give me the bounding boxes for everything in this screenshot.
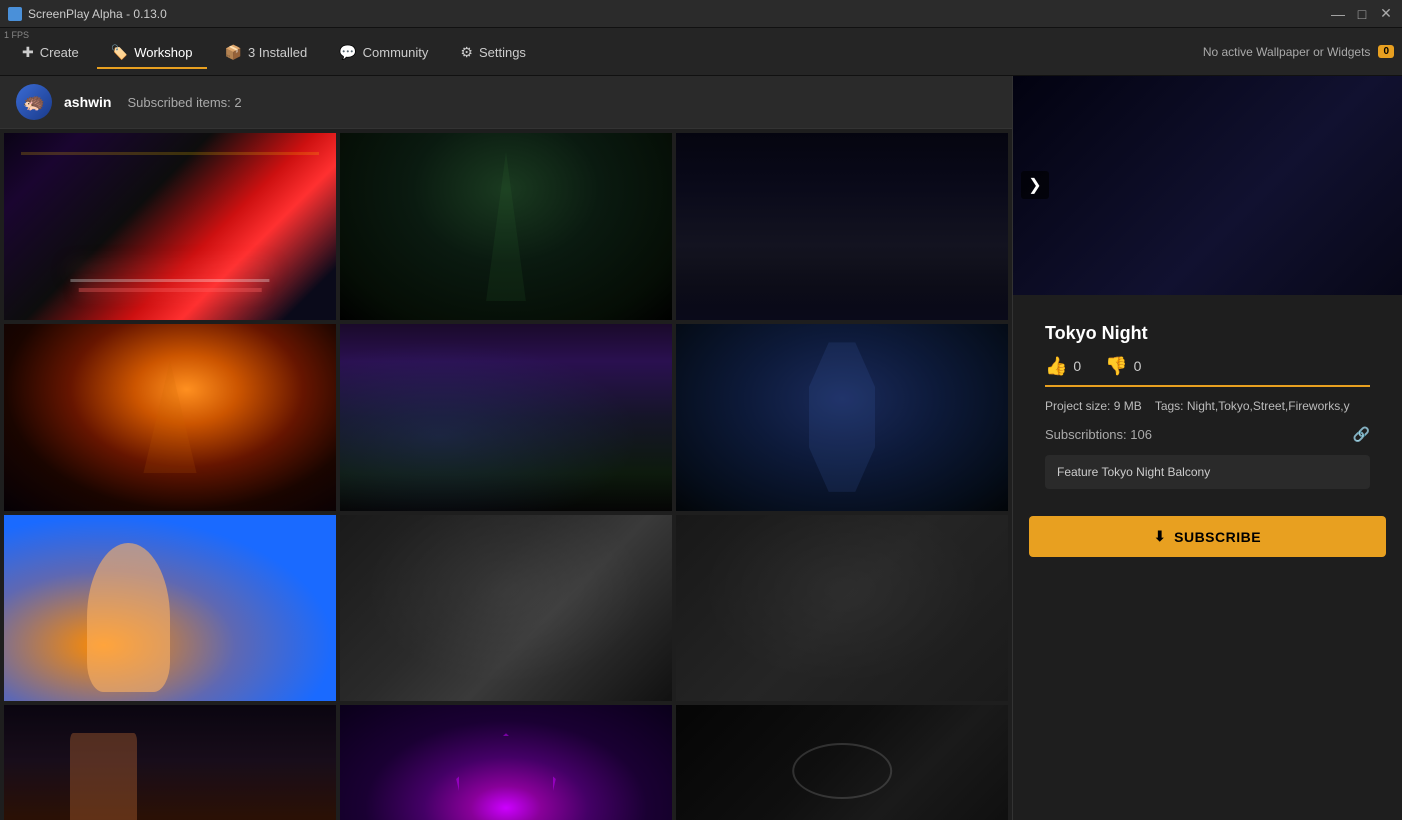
tags-label: Tags: bbox=[1155, 399, 1184, 413]
panel-title: Tokyo Night bbox=[1045, 323, 1370, 344]
nav-workshop-label: Workshop bbox=[134, 45, 192, 60]
panel-info: Tokyo Night 👍 0 👎 0 Project size: 9 MB T… bbox=[1029, 311, 1386, 513]
grid-item[interactable] bbox=[676, 133, 1008, 320]
project-size: Project size: 9 MB bbox=[1045, 399, 1142, 413]
minimize-button[interactable]: — bbox=[1330, 6, 1346, 22]
community-icon: 💬 bbox=[339, 44, 356, 61]
panel-prev-button[interactable]: ❯ bbox=[1021, 171, 1049, 199]
grid-item[interactable] bbox=[4, 705, 336, 820]
dislikes-count: 0 bbox=[1134, 358, 1142, 374]
panel-bottom: Tokyo Night 👍 0 👎 0 Project size: 9 MB T… bbox=[1013, 295, 1402, 573]
close-button[interactable]: ✕ bbox=[1378, 6, 1394, 22]
subscriptions-count: Subscribtions: 106 bbox=[1045, 427, 1152, 442]
titlebar-left: ScreenPlay Alpha - 0.13.0 bbox=[8, 7, 167, 21]
download-icon: ⬇ bbox=[1154, 528, 1166, 545]
likes-item: 👍 0 bbox=[1045, 356, 1081, 377]
nav-community-label: Community bbox=[363, 45, 429, 60]
grid-item[interactable] bbox=[340, 705, 672, 820]
right-panel: ❯ Tokyo Night 👍 0 👎 0 Project size: bbox=[1012, 76, 1402, 820]
thumbs-down-icon: 👎 bbox=[1105, 356, 1127, 377]
external-link-icon[interactable]: 🔗 bbox=[1353, 426, 1370, 443]
workshop-icon: 🏷️ bbox=[111, 44, 128, 61]
notification-badge[interactable]: 0 bbox=[1378, 45, 1394, 58]
menu-right: No active Wallpaper or Widgets 0 bbox=[1203, 45, 1394, 59]
nav-settings-label: Settings bbox=[479, 45, 526, 60]
panel-description: Feature Tokyo Night Balcony bbox=[1045, 455, 1370, 489]
subscribe-label: SUBSCRIBE bbox=[1174, 529, 1261, 545]
grid-item[interactable] bbox=[4, 324, 336, 511]
subscribed-label: Subscribed items: 2 bbox=[127, 95, 241, 110]
grid-item[interactable] bbox=[340, 324, 672, 511]
grid-item[interactable] bbox=[676, 324, 1008, 511]
grid-item[interactable] bbox=[340, 515, 672, 702]
settings-icon: ⚙ bbox=[460, 44, 473, 61]
titlebar-controls: — □ ✕ bbox=[1330, 6, 1394, 22]
tags-value: Night,Tokyo,Street,Fireworks,y bbox=[1187, 399, 1350, 413]
avatar: 🦔 bbox=[16, 84, 52, 120]
nav-installed-label: 3 Installed bbox=[248, 45, 307, 60]
main-layout: 🦔 ashwin Subscribed items: 2 bbox=[0, 76, 1402, 820]
nav-community[interactable]: 💬 Community bbox=[325, 38, 442, 69]
panel-preview: ❯ bbox=[1013, 76, 1402, 295]
grid-item[interactable] bbox=[676, 705, 1008, 820]
nav-workshop[interactable]: 🏷️ Workshop bbox=[97, 38, 207, 69]
panel-votes: 👍 0 👎 0 bbox=[1045, 356, 1370, 387]
preview-thumbnail bbox=[1013, 76, 1402, 295]
dislikes-item: 👎 0 bbox=[1105, 356, 1141, 377]
thumbs-up-icon: 👍 bbox=[1045, 356, 1067, 377]
app-icon bbox=[8, 7, 22, 21]
nav-create-label: Create bbox=[40, 45, 79, 60]
likes-count: 0 bbox=[1073, 358, 1081, 374]
status-text: No active Wallpaper or Widgets bbox=[1203, 45, 1371, 59]
fps-badge: 1 FPS bbox=[4, 30, 29, 40]
titlebar: ScreenPlay Alpha - 0.13.0 — □ ✕ bbox=[0, 0, 1402, 28]
content-area: 🦔 ashwin Subscribed items: 2 bbox=[0, 76, 1012, 820]
maximize-button[interactable]: □ bbox=[1354, 6, 1370, 22]
grid-item[interactable] bbox=[676, 515, 1008, 702]
menubar: 1 FPS ✚ Create 🏷️ Workshop 📦 3 Installed… bbox=[0, 28, 1402, 76]
panel-meta: Project size: 9 MB Tags: Night,Tokyo,Str… bbox=[1045, 397, 1370, 416]
wallpaper-grid bbox=[0, 129, 1012, 820]
panel-subscriptions: Subscribtions: 106 🔗 bbox=[1045, 426, 1370, 443]
user-bar: 🦔 ashwin Subscribed items: 2 bbox=[0, 76, 1012, 129]
subscribe-button[interactable]: ⬇ SUBSCRIBE bbox=[1029, 516, 1386, 557]
grid-item[interactable] bbox=[4, 515, 336, 702]
nav-settings[interactable]: ⚙ Settings bbox=[446, 38, 540, 69]
nav-installed[interactable]: 📦 3 Installed bbox=[211, 38, 322, 69]
app-title: ScreenPlay Alpha - 0.13.0 bbox=[28, 7, 167, 21]
grid-item[interactable] bbox=[4, 133, 336, 320]
username: ashwin bbox=[64, 94, 111, 110]
create-icon: ✚ bbox=[22, 44, 34, 61]
grid-item[interactable] bbox=[340, 133, 672, 320]
nav-create[interactable]: ✚ Create bbox=[8, 38, 93, 69]
installed-icon: 📦 bbox=[225, 44, 242, 61]
main-nav: ✚ Create 🏷️ Workshop 📦 3 Installed 💬 Com… bbox=[8, 38, 540, 69]
